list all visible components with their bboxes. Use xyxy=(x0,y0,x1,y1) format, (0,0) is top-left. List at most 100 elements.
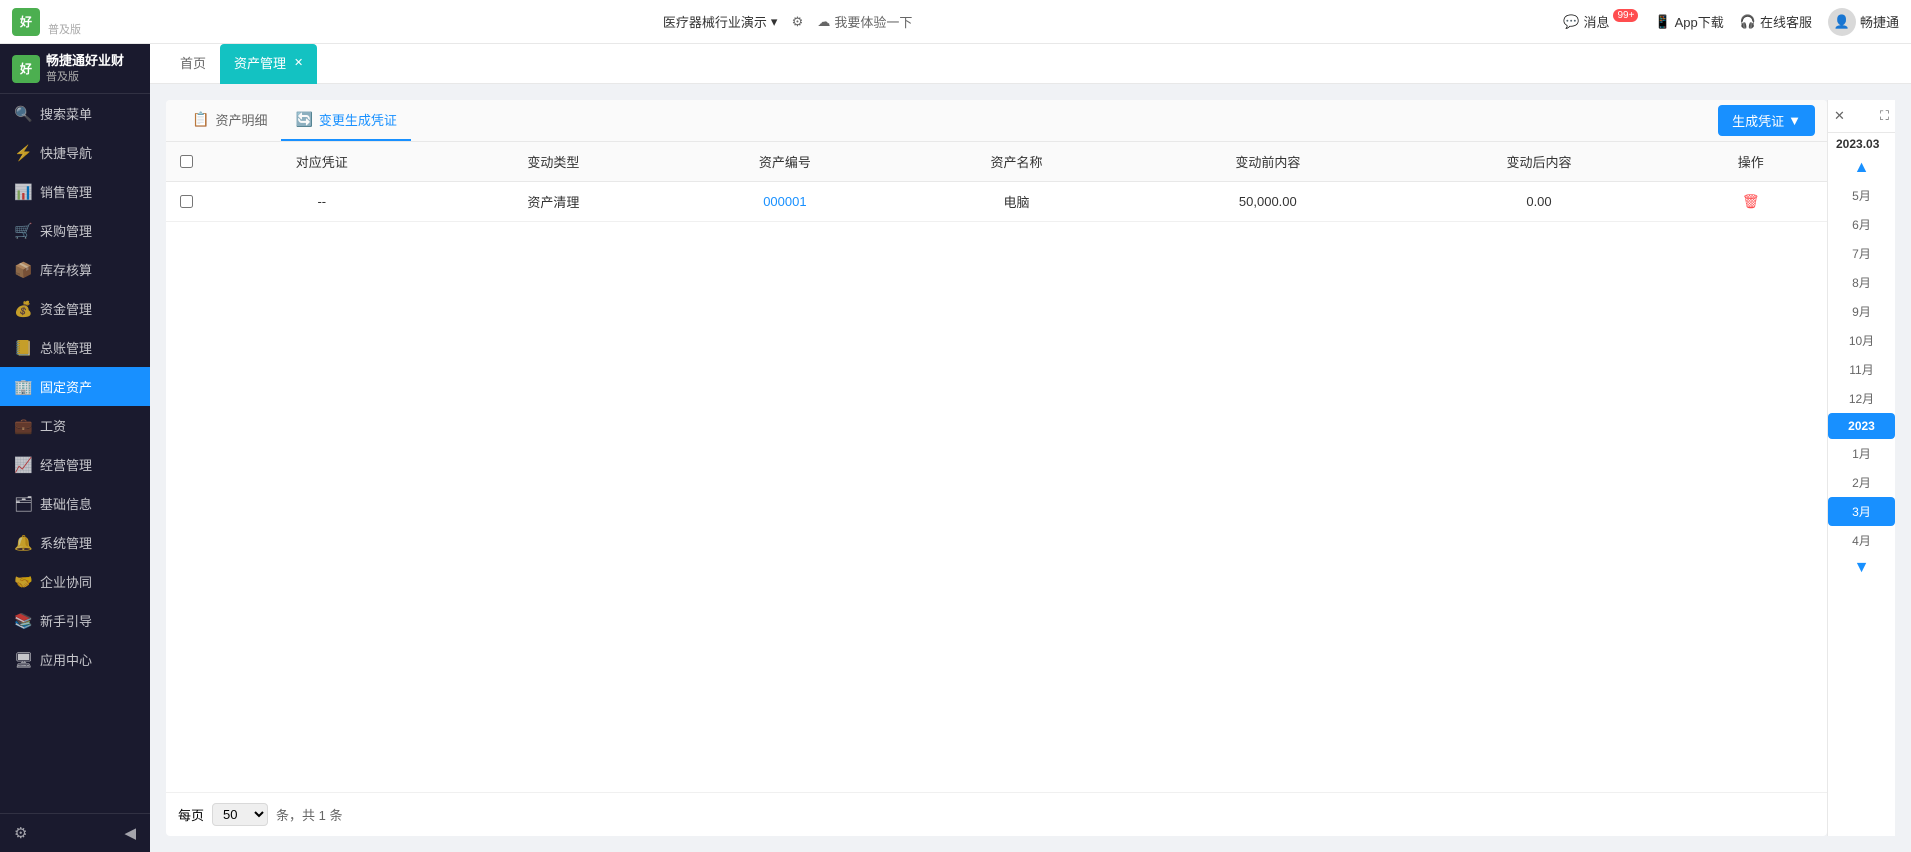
version-label: 普及版 xyxy=(48,21,126,37)
calendar-month-8[interactable]: 8月 xyxy=(1828,268,1895,297)
row-checkbox-0[interactable] xyxy=(180,195,193,208)
finance-icon: 💰 xyxy=(14,300,32,318)
sidebar-item-purchase[interactable]: 🛒 采购管理 xyxy=(0,211,150,250)
chevron-down-icon: ▾ xyxy=(771,14,778,30)
calendar-nav-down[interactable]: ▼ xyxy=(1828,555,1895,581)
col-operation: 操作 xyxy=(1675,142,1827,182)
purchase-icon: 🛒 xyxy=(14,222,32,240)
calendar-month-10[interactable]: 10月 xyxy=(1828,326,1895,355)
summary-text: 条，共 1 条 xyxy=(276,805,342,824)
industry-selector[interactable]: 医疗器械行业演示 ▾ xyxy=(663,12,778,31)
sidebar: 好 畅捷通好业财 普及版 🔍 搜索菜单 ⚡ 快捷导航 📊 销售管理 🛒 采购管理 xyxy=(0,44,150,852)
cell-voucher: -- xyxy=(206,182,438,222)
col-checkbox xyxy=(166,142,206,182)
tabs-bar: 首页 资产管理 ✕ xyxy=(150,44,1911,84)
sidebar-version: 普及版 xyxy=(46,68,124,84)
table-row: -- 资产清理 000001 电脑 50,000.00 0.00 🗑 xyxy=(166,182,1827,222)
sidebar-item-operations[interactable]: 📈 经营管理 xyxy=(0,445,150,484)
select-all-checkbox[interactable] xyxy=(180,155,193,168)
avatar-icon: 👤 xyxy=(1834,14,1850,30)
message-badge: 99+ xyxy=(1613,9,1638,22)
calendar-month-4[interactable]: 4月 xyxy=(1828,526,1895,555)
calendar-header: ✕ ⛶ xyxy=(1828,100,1895,133)
sidebar-item-inventory[interactable]: 📦 库存核算 xyxy=(0,250,150,289)
sales-icon: 📊 xyxy=(14,183,32,201)
sidebar-scroll: 🔍 搜索菜单 ⚡ 快捷导航 📊 销售管理 🛒 采购管理 📦 库存核算 💰 xyxy=(0,94,150,813)
sidebar-item-enterprise[interactable]: 🤝 企业协同 xyxy=(0,562,150,601)
fixed-assets-icon: 🏢 xyxy=(14,378,32,396)
search-icon: 🔍 xyxy=(14,105,32,123)
delete-button[interactable]: 🗑 xyxy=(1742,193,1760,209)
sidebar-item-sales[interactable]: 📊 销售管理 xyxy=(0,172,150,211)
cell-asset-code: 000001 xyxy=(669,182,901,222)
sidebar-item-app-center[interactable]: 🖥 应用中心 xyxy=(0,640,150,679)
col-asset-name: 资产名称 xyxy=(901,142,1133,182)
app-download-button[interactable]: 📱 App下载 xyxy=(1654,12,1723,31)
calendar-month-9[interactable]: 9月 xyxy=(1828,297,1895,326)
sidebar-collapse-button[interactable]: ◀ xyxy=(124,824,136,842)
asset-panel: 📋 资产明细 🔄 变更生成凭证 生成凭证 ▼ xyxy=(166,100,1827,836)
table-footer: 每页 50 10 20 100 条，共 1 条 xyxy=(166,792,1827,836)
calendar-nav-up[interactable]: ▲ xyxy=(1828,155,1895,181)
per-page-text: 每页 xyxy=(178,805,204,824)
calendar-month-5[interactable]: 5月 xyxy=(1828,181,1895,210)
sidebar-label-purchase: 采购管理 xyxy=(40,221,92,240)
sidebar-label-system: 系统管理 xyxy=(40,533,92,552)
download-icon: 📱 xyxy=(1654,14,1670,30)
generate-voucher-button[interactable]: 生成凭证 ▼ xyxy=(1718,105,1815,136)
sidebar-item-system[interactable]: 🔔 系统管理 xyxy=(0,523,150,562)
calendar-month-6[interactable]: 6月 xyxy=(1828,210,1895,239)
basic-info-icon: 🗂 xyxy=(14,495,32,513)
sidebar-item-payroll[interactable]: 💼 工资 xyxy=(0,406,150,445)
calendar-month-12[interactable]: 12月 xyxy=(1828,384,1895,413)
calendar-scroll: ▲ 5月 6月 7月 8月 9月 10月 11月 12月 2023 1月 2月 … xyxy=(1828,155,1895,836)
sidebar-item-quick-nav[interactable]: ⚡ 快捷导航 xyxy=(0,133,150,172)
sidebar-item-fixed-assets[interactable]: 🏢 固定资产 xyxy=(0,367,150,406)
calendar-month-3-current[interactable]: 3月 xyxy=(1828,497,1895,526)
online-service-button[interactable]: 🎧 在线客服 xyxy=(1740,12,1812,31)
header-center: 医疗器械行业演示 ▾ ⚙ ☁ 我要体验一下 xyxy=(663,8,913,36)
page-content: 📋 资产明细 🔄 变更生成凭证 生成凭证 ▼ xyxy=(150,84,1911,852)
service-icon: 🎧 xyxy=(1740,14,1756,30)
tab-close-icon[interactable]: ✕ xyxy=(294,56,303,69)
app-center-icon: 🖥 xyxy=(14,651,32,669)
tab-asset-mgmt[interactable]: 资产管理 ✕ xyxy=(220,44,317,84)
header-left: 好 畅捷通好业财 普及版 xyxy=(12,6,663,38)
tab-asset-detail[interactable]: 📋 资产明细 xyxy=(178,100,281,141)
cell-operation: 🗑 xyxy=(1675,182,1827,222)
calendar-month-1[interactable]: 1月 xyxy=(1828,439,1895,468)
sidebar-item-finance[interactable]: 💰 资金管理 xyxy=(0,289,150,328)
top-header: 好 畅捷通好业财 普及版 医疗器械行业演示 ▾ ⚙ ☁ 我要体验一下 💬 消息 … xyxy=(0,0,1911,44)
sidebar-label-app-center: 应用中心 xyxy=(40,650,92,669)
industry-label: 医疗器械行业演示 xyxy=(663,12,767,31)
page-size-select[interactable]: 50 10 20 100 xyxy=(212,803,268,826)
sidebar-item-guide[interactable]: 📚 新手引导 xyxy=(0,601,150,640)
calendar-month-11[interactable]: 11月 xyxy=(1828,355,1895,384)
sidebar-item-basic-info[interactable]: 🗂 基础信息 xyxy=(0,484,150,523)
calendar-month-2[interactable]: 2月 xyxy=(1828,468,1895,497)
sidebar-item-ledger[interactable]: 📒 总账管理 xyxy=(0,328,150,367)
sidebar-settings-button[interactable]: ⚙ xyxy=(14,824,27,842)
user-button[interactable]: 👤 畅捷通 xyxy=(1828,8,1899,36)
message-label: 消息 xyxy=(1583,12,1609,31)
settings-button[interactable]: ⚙ xyxy=(783,8,811,36)
tab-home[interactable]: 首页 xyxy=(166,44,220,84)
calendar-expand-button[interactable]: ⛶ xyxy=(1880,108,1889,124)
tab-asset-detail-label: 资产明细 xyxy=(215,110,267,129)
tab-change-voucher[interactable]: 🔄 变更生成凭证 xyxy=(281,100,410,141)
experience-button[interactable]: ☁ 我要体验一下 xyxy=(817,12,912,31)
cell-checkbox xyxy=(166,182,206,222)
cell-after-change: 0.00 xyxy=(1403,182,1674,222)
col-after-change: 变动后内容 xyxy=(1403,142,1674,182)
message-button[interactable]: 💬 消息 99+ xyxy=(1563,12,1638,31)
calendar-month-7[interactable]: 7月 xyxy=(1828,239,1895,268)
sidebar-label-basic-info: 基础信息 xyxy=(40,494,92,513)
calendar-close-button[interactable]: ✕ xyxy=(1834,108,1845,124)
col-voucher: 对应凭证 xyxy=(206,142,438,182)
app-download-label: App下载 xyxy=(1675,12,1724,31)
tab-home-label: 首页 xyxy=(180,53,206,72)
main-layout: 好 畅捷通好业财 普及版 🔍 搜索菜单 ⚡ 快捷导航 📊 销售管理 🛒 采购管理 xyxy=(0,44,1911,852)
sidebar-logo: 好 畅捷通好业财 普及版 xyxy=(0,44,150,94)
sidebar-item-search[interactable]: 🔍 搜索菜单 xyxy=(0,94,150,133)
dropdown-icon: ▼ xyxy=(1788,113,1801,128)
